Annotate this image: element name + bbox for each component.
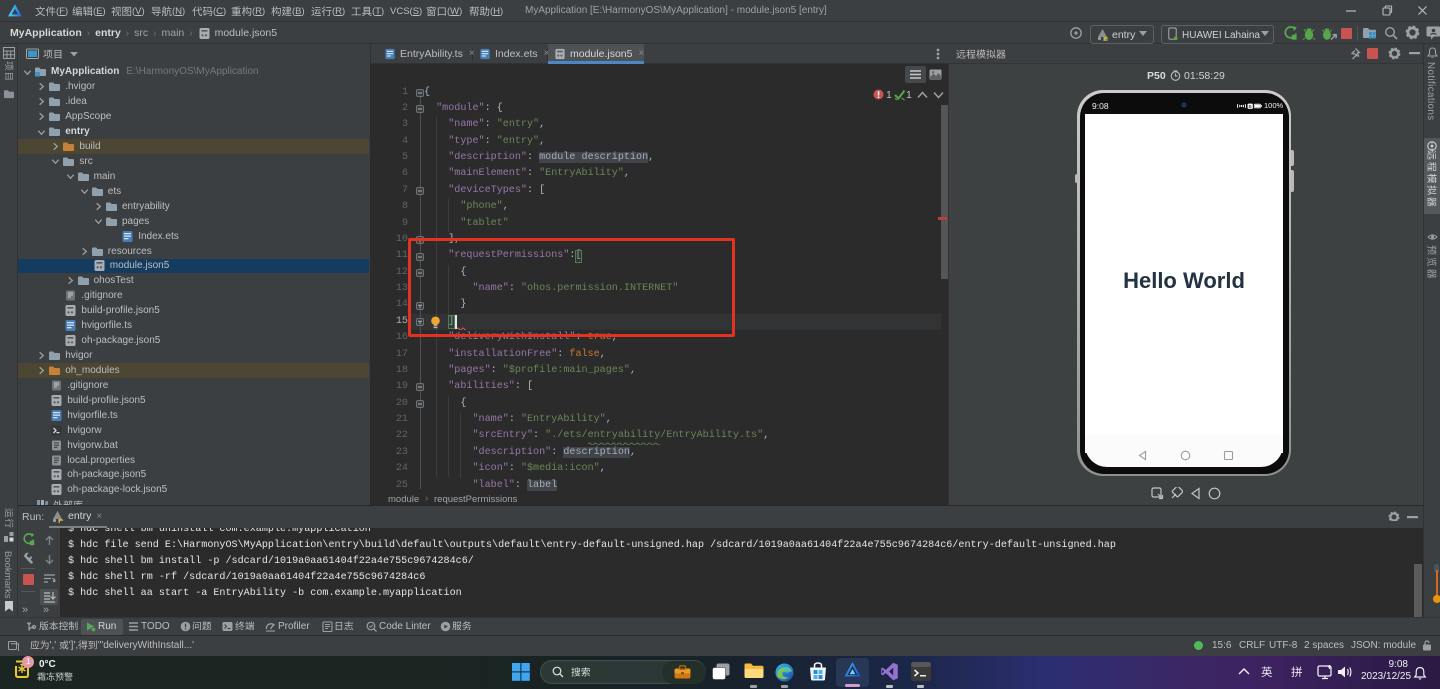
svg-text:B: B <box>1249 104 1252 110</box>
